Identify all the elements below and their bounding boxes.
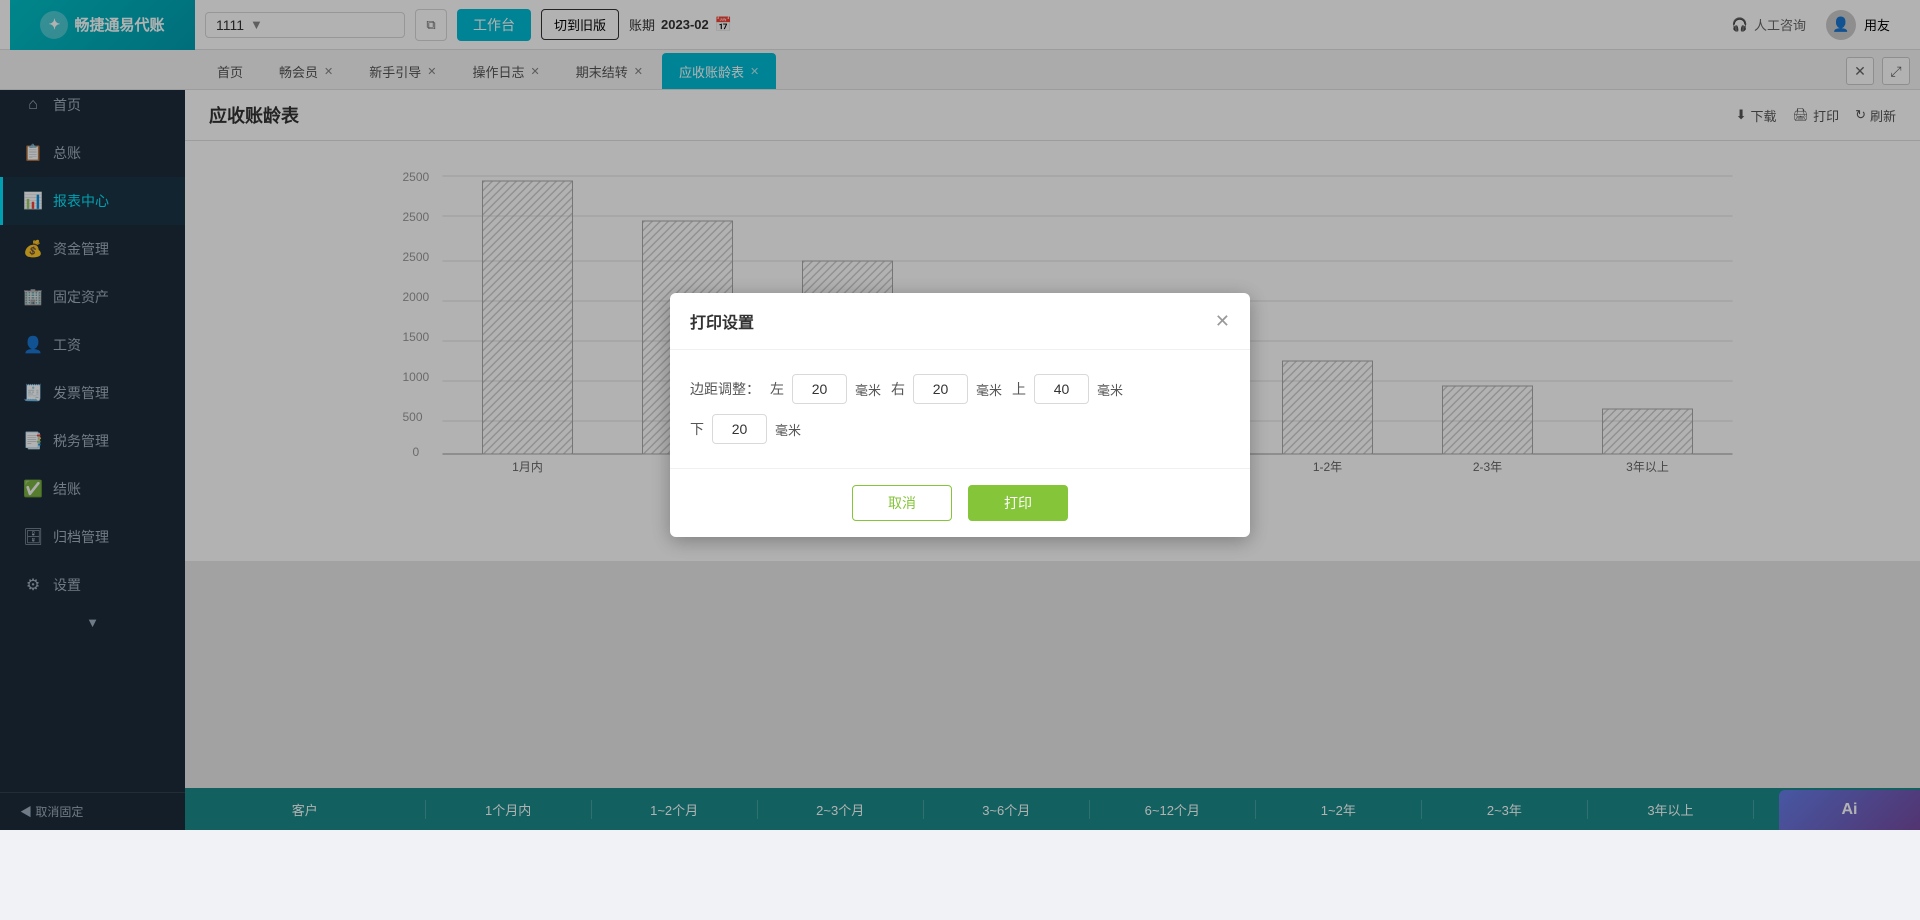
form-row: 边距调整： 左 毫米 右 毫米 上 毫米 下 xyxy=(690,374,1230,444)
dialog-overlay[interactable]: 打印设置 ✕ 边距调整： 左 毫米 右 毫米 上 毫米 xyxy=(0,0,1920,830)
confirm-print-button[interactable]: 打印 xyxy=(968,485,1068,521)
left-unit: 毫米 xyxy=(855,380,881,399)
right-margin-group: 右 毫米 xyxy=(891,374,1002,404)
dialog-header: 打印设置 ✕ xyxy=(670,293,1250,350)
right-label: 右 xyxy=(891,379,905,399)
top-label: 上 xyxy=(1012,379,1026,399)
bottom-label: 下 xyxy=(690,419,704,439)
cancel-button[interactable]: 取消 xyxy=(852,485,952,521)
print-settings-dialog: 打印设置 ✕ 边距调整： 左 毫米 右 毫米 上 毫米 xyxy=(670,293,1250,537)
top-unit: 毫米 xyxy=(1097,380,1123,399)
left-margin-group: 左 毫米 xyxy=(770,374,881,404)
bottom-margin-input[interactable] xyxy=(712,414,767,444)
bottom-margin-group: 下 毫米 xyxy=(690,414,801,444)
dialog-body: 边距调整： 左 毫米 右 毫米 上 毫米 下 xyxy=(670,350,1250,468)
right-margin-input[interactable] xyxy=(913,374,968,404)
form-label: 边距调整： xyxy=(690,379,760,399)
bottom-unit: 毫米 xyxy=(775,420,801,439)
dialog-footer: 取消 打印 xyxy=(670,468,1250,537)
top-margin-group: 上 毫米 xyxy=(1012,374,1123,404)
dialog-close-button[interactable]: ✕ xyxy=(1215,311,1230,332)
left-margin-input[interactable] xyxy=(792,374,847,404)
dialog-title: 打印设置 xyxy=(690,309,754,333)
top-margin-input[interactable] xyxy=(1034,374,1089,404)
right-unit: 毫米 xyxy=(976,380,1002,399)
left-label: 左 xyxy=(770,379,784,399)
